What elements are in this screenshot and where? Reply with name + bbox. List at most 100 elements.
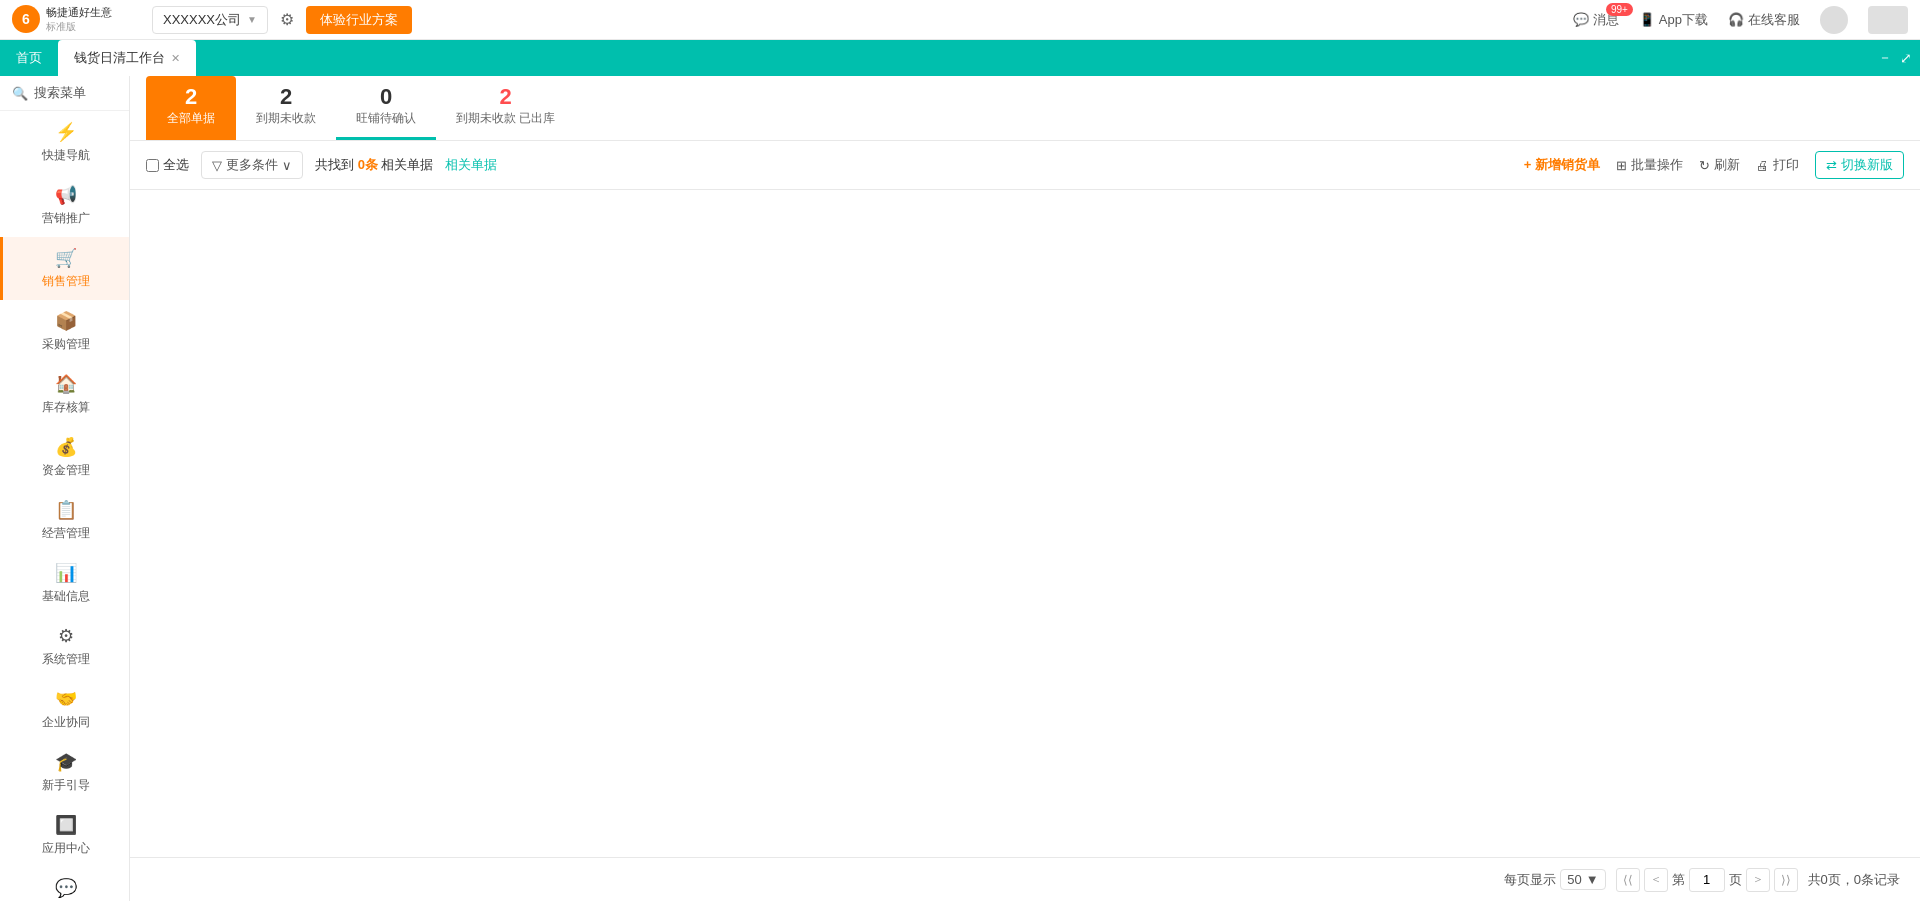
filter-tab-overdue-shipped-count: 2 (500, 86, 512, 108)
logo-name: 畅捷通好生意 (46, 5, 112, 19)
message-icon: 💬 (1573, 12, 1589, 27)
next-page-button[interactable]: ＞ (1746, 868, 1770, 892)
sidebar-item-marketing[interactable]: 📢 营销推广 (0, 174, 129, 237)
toolbar-left: 全选 ▽ 更多条件 ∨ 共找到 0条 相关单据 相关单据 (146, 151, 1512, 179)
select-all-label: 全选 (163, 156, 189, 174)
table-area (130, 190, 1920, 857)
filter-tab-all[interactable]: 2 全部单据 (146, 76, 236, 140)
first-page-button[interactable]: ⟨⟨ (1616, 868, 1640, 892)
page-size-arrow: ▼ (1586, 872, 1599, 887)
sidebar-search[interactable]: 🔍 搜索菜单 (0, 76, 129, 111)
sidebar-item-system[interactable]: ⚙ 系统管理 (0, 615, 129, 678)
basic-info-icon: 📊 (55, 562, 77, 584)
app-download-action[interactable]: 📱 App下载 (1639, 11, 1708, 29)
print-label: 打印 (1773, 156, 1799, 174)
message-badge: 99+ (1606, 3, 1633, 16)
sidebar-item-app-center[interactable]: 🔲 应用中心 (0, 804, 129, 867)
cooperation-icon: 🤝 (55, 688, 77, 710)
operations-label: 经营管理 (42, 525, 90, 542)
filter-tab-overdue-count: 2 (280, 86, 292, 108)
sidebar-item-purchase[interactable]: 📦 采购管理 (0, 300, 129, 363)
select-all-checkbox[interactable]: 全选 (146, 156, 189, 174)
app-center-icon: 🔲 (55, 814, 77, 836)
refresh-icon: ↻ (1699, 158, 1710, 173)
nav-tab-actions: － ⤢ (1878, 49, 1920, 67)
page-size-label: 每页显示 (1504, 871, 1556, 889)
user-name-area[interactable] (1868, 6, 1908, 34)
main-layout: 🔍 搜索菜单 ⚡ 快捷导航 📢 营销推广 🛒 销售管理 📦 采购管理 🏠 库存核… (0, 76, 1920, 901)
last-page-button[interactable]: ⟩⟩ (1774, 868, 1798, 892)
message-action[interactable]: 💬 消息 99+ (1573, 11, 1619, 29)
switch-icon: ⇄ (1826, 158, 1837, 173)
sidebar-item-basic-info[interactable]: 📊 基础信息 (0, 552, 129, 615)
refresh-label: 刷新 (1714, 156, 1740, 174)
tab-home[interactable]: 首页 (0, 40, 58, 76)
search-label: 搜索菜单 (34, 84, 86, 102)
print-button[interactable]: 🖨 打印 (1756, 156, 1799, 174)
new-order-button[interactable]: + 新增销货单 (1524, 156, 1600, 174)
filter-tab-overdue-shipped-label: 到期未收款 已出库 (456, 110, 555, 127)
app-download-label: App下载 (1659, 11, 1708, 29)
nav-tabs: 首页 钱货日清工作台 ✕ － ⤢ (0, 40, 1920, 76)
sidebar-item-sales[interactable]: 🛒 销售管理 (0, 237, 129, 300)
sidebar-item-shortcut[interactable]: ⚡ 快捷导航 (0, 111, 129, 174)
switch-label: 切换新版 (1841, 156, 1893, 174)
finance-icon: 💰 (55, 436, 77, 458)
related-link[interactable]: 相关单据 (445, 156, 497, 174)
cooperation-label: 企业协同 (42, 714, 90, 731)
total-records: 共0页，0条记录 (1808, 871, 1900, 889)
refresh-button[interactable]: ↻ 刷新 (1699, 156, 1740, 174)
filter-tab-overdue-shipped[interactable]: 2 到期未收款 已出库 (436, 76, 575, 140)
page-label: 第 (1672, 871, 1685, 889)
logo-badge: 标准版 (46, 20, 112, 34)
settings-icon[interactable]: ⚙ (276, 6, 298, 33)
batch-operation-button[interactable]: ⊞ 批量操作 (1616, 156, 1683, 174)
sidebar-item-inventory[interactable]: 🏠 库存核算 (0, 363, 129, 426)
toolbar: 全选 ▽ 更多条件 ∨ 共找到 0条 相关单据 相关单据 + 新增销货单 ⊞ (130, 141, 1920, 190)
experience-button[interactable]: 体验行业方案 (306, 6, 412, 34)
sidebar-item-operations[interactable]: 📋 经营管理 (0, 489, 129, 552)
finance-label: 资金管理 (42, 462, 90, 479)
page-size-value: 50 (1567, 872, 1581, 887)
filter-tab-pending[interactable]: 0 旺铺待确认 (336, 76, 436, 140)
toolbar-right: + 新增销货单 ⊞ 批量操作 ↻ 刷新 🖨 打印 ⇄ 切换新版 (1524, 151, 1904, 179)
filter-tab-all-count: 2 (185, 86, 197, 108)
guide-label: 新手引导 (42, 777, 90, 794)
tab-expand-icon[interactable]: ⤢ (1900, 50, 1912, 66)
tab-minimize-icon[interactable]: － (1878, 49, 1892, 67)
page-suffix: 页 (1729, 871, 1742, 889)
more-filter-button[interactable]: ▽ 更多条件 ∨ (201, 151, 303, 179)
select-all-input[interactable] (146, 159, 159, 172)
search-icon: 🔍 (12, 86, 28, 101)
filter-tab-pending-count: 0 (380, 86, 392, 108)
page-size-dropdown[interactable]: 50 ▼ (1560, 869, 1605, 890)
operations-icon: 📋 (55, 499, 77, 521)
sidebar: 🔍 搜索菜单 ⚡ 快捷导航 📢 营销推广 🛒 销售管理 📦 采购管理 🏠 库存核… (0, 76, 130, 901)
logo-area: 6 畅捷通好生意 标准版 (12, 5, 142, 33)
content-area: 2 全部单据 2 到期未收款 0 旺铺待确认 2 到期未收款 已出库 全选 (130, 76, 1920, 901)
tab-qianhuoriqing[interactable]: 钱货日清工作台 ✕ (58, 40, 196, 76)
company-selector[interactable]: XXXXXX公司 ▼ (152, 6, 268, 34)
filter-label: 更多条件 (226, 156, 278, 174)
guide-icon: 🎓 (55, 751, 77, 773)
filter-dropdown-icon: ∨ (282, 158, 292, 173)
sidebar-item-cooperation[interactable]: 🤝 企业协同 (0, 678, 129, 741)
filter-tab-overdue[interactable]: 2 到期未收款 (236, 76, 336, 140)
sales-icon: 🛒 (55, 247, 77, 269)
app-download-icon: 📱 (1639, 12, 1655, 27)
inventory-icon: 🏠 (55, 373, 77, 395)
sidebar-item-finance[interactable]: 💰 资金管理 (0, 426, 129, 489)
system-label: 系统管理 (42, 651, 90, 668)
switch-version-button[interactable]: ⇄ 切换新版 (1815, 151, 1904, 179)
app-center-label: 应用中心 (42, 840, 90, 857)
avatar[interactable] (1820, 6, 1848, 34)
tab-close-icon[interactable]: ✕ (171, 52, 180, 65)
prev-page-button[interactable]: ＜ (1644, 868, 1668, 892)
online-service-label: 在线客服 (1748, 11, 1800, 29)
shortcut-icon: ⚡ (55, 121, 77, 143)
online-service-action[interactable]: 🎧 在线客服 (1728, 11, 1800, 29)
page-number-input[interactable] (1689, 868, 1725, 892)
sidebar-item-wechat[interactable]: 💬 企业微信 (0, 867, 129, 901)
sidebar-item-guide[interactable]: 🎓 新手引导 (0, 741, 129, 804)
print-icon: 🖨 (1756, 158, 1769, 173)
